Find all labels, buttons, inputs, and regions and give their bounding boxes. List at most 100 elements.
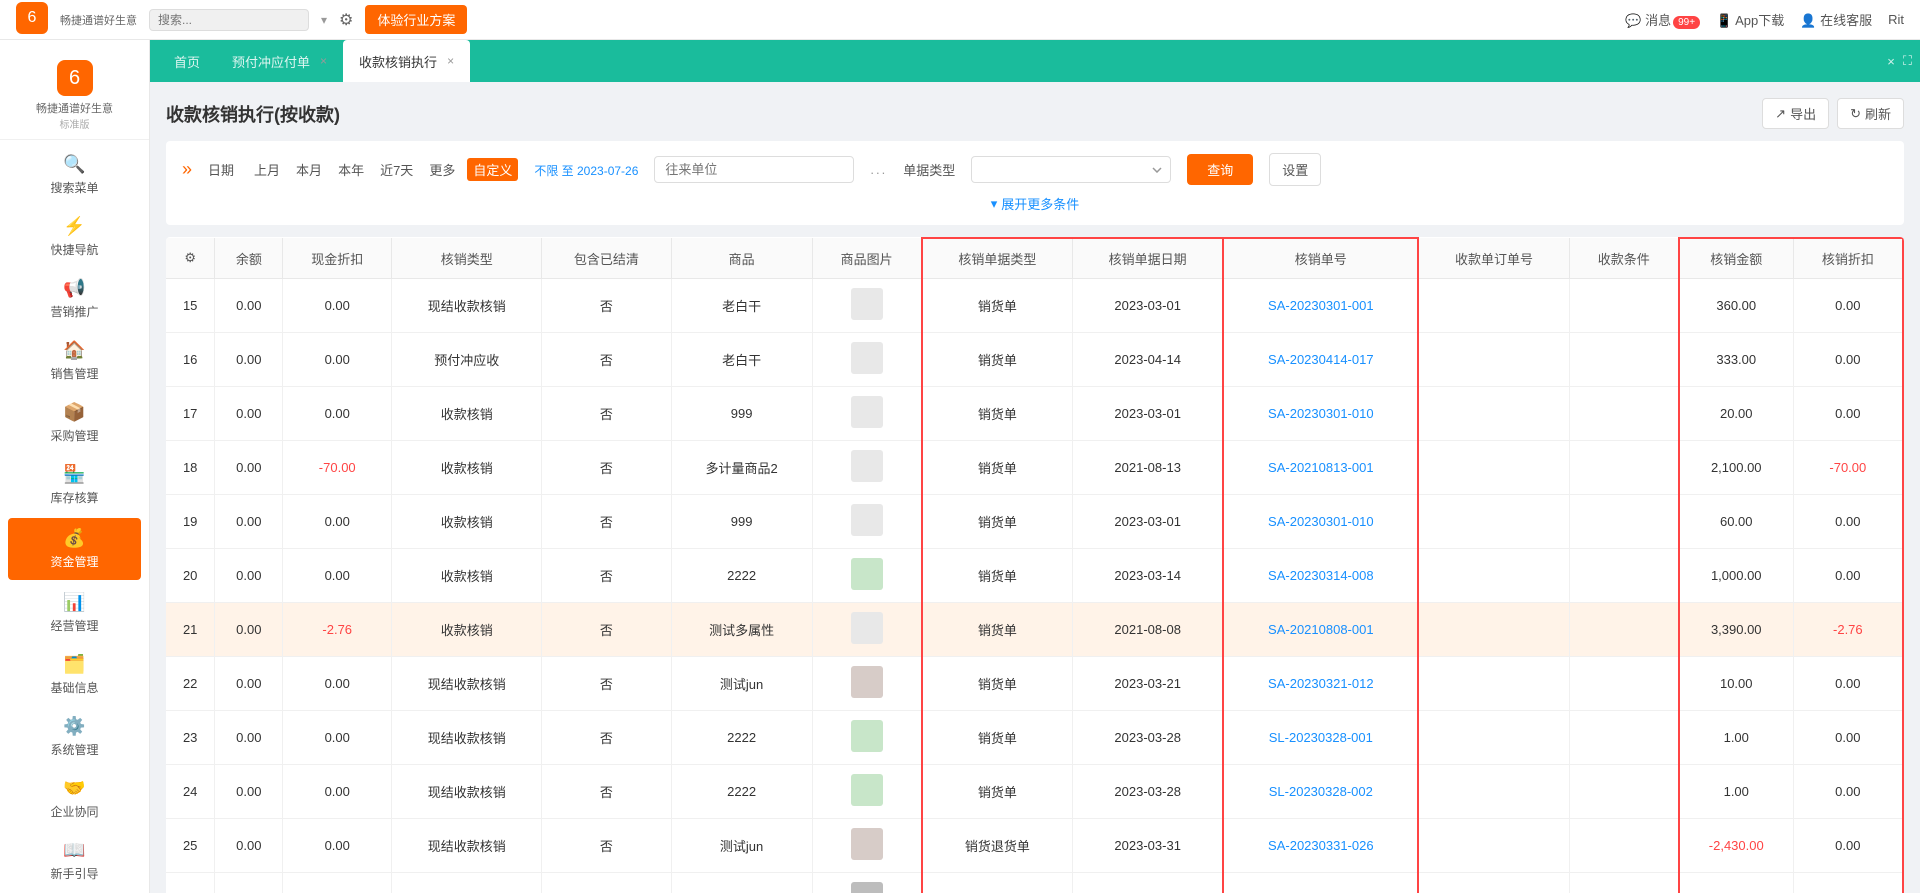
last7-btn[interactable]: 近7天 <box>376 158 417 181</box>
query-button[interactable]: 查询 <box>1187 154 1253 185</box>
cancel-bill-no-link[interactable]: SL-20230328-002 <box>1269 784 1373 799</box>
cell-receipt-condition <box>1569 279 1679 333</box>
table-row: 26 0.00 0.00 预收款核销 否 123D商品 销货单 2022-04-… <box>166 873 1903 893</box>
cancel-bill-no-link[interactable]: SA-20230414-017 <box>1268 352 1374 367</box>
cell-receipt-condition <box>1569 549 1679 603</box>
data-table: ⚙ 余额 现金折扣 核销类型 包含已结清 商品 商品图片 核销单据类型 核销单据… <box>166 237 1904 893</box>
cell-goods-img <box>812 657 922 711</box>
cell-cancel-bill-no: SL-20230328-002 <box>1223 765 1418 819</box>
cell-cancel-bill-type: 销货单 <box>922 765 1073 819</box>
cell-cancel-amount: 20.00 <box>1679 387 1793 441</box>
sales-icon: 🏠 <box>63 340 85 361</box>
sidebar-item-sales[interactable]: 🏠 销售管理 <box>0 330 149 392</box>
cell-cancel-bill-no: SA-20230331-026 <box>1223 819 1418 873</box>
sidebar-item-marketing[interactable]: 📢 营销推广 <box>0 268 149 330</box>
cell-cancel-bill-date: 2023-03-01 <box>1073 279 1224 333</box>
cancel-bill-no-link[interactable]: SA-20210813-001 <box>1268 460 1374 475</box>
sidebar-item-base[interactable]: 🗂️ 基础信息 <box>0 644 149 706</box>
industry-solution-button[interactable]: 体验行业方案 <box>365 5 467 34</box>
cell-cancel-amount: 360.00 <box>1679 279 1793 333</box>
custom-date-btn[interactable]: 自定义 <box>467 158 518 181</box>
sidebar-label-quick-nav: 快捷导航 <box>50 241 98 258</box>
cell-cancel-bill-type: 销货单 <box>922 711 1073 765</box>
gear-icon[interactable]: ⚙ <box>339 10 353 30</box>
table-header-row: ⚙ 余额 现金折扣 核销类型 包含已结清 商品 商品图片 核销单据类型 核销单据… <box>166 238 1903 279</box>
export-button[interactable]: ↗ 导出 <box>1762 98 1829 129</box>
sidebar-label-purchase: 采购管理 <box>50 427 98 444</box>
sidebar: 6 畅捷通谱好生意 标准版 🔍 搜索菜单 ⚡ 快捷导航 📢 营销推广 🏠 销售管… <box>0 40 150 893</box>
window-expand-icon[interactable]: ⛶ <box>1903 53 1912 69</box>
table-row: 19 0.00 0.00 收款核销 否 999 销货单 2023-03-01 S… <box>166 495 1903 549</box>
app-logo: 6 <box>16 2 48 34</box>
cell-included-settled: 否 <box>542 603 671 657</box>
finance-icon: 💰 <box>63 528 85 549</box>
cell-cancel-bill-no: SA-20210808-001 <box>1223 603 1418 657</box>
cell-cash-discount: 0.00 <box>283 333 392 387</box>
table-scroll[interactable]: ⚙ 余额 现金折扣 核销类型 包含已结清 商品 商品图片 核销单据类型 核销单据… <box>166 237 1904 893</box>
cell-cancel-bill-type: 销货单 <box>922 549 1073 603</box>
tab-prepay[interactable]: 预付冲应付单 × <box>216 40 343 82</box>
top-bar: 6 畅捷通谱好生意 ▾ ⚙ 体验行业方案 💬 消息99+ 📱 App下载 👤 在… <box>0 0 1920 40</box>
sidebar-item-purchase[interactable]: 📦 采购管理 <box>0 392 149 454</box>
cancel-bill-no-link[interactable]: SA-20230301-001 <box>1268 298 1374 313</box>
party-input[interactable] <box>654 156 854 183</box>
settings-button[interactable]: 设置 <box>1269 153 1321 186</box>
sidebar-label-collab: 企业协同 <box>50 803 98 820</box>
cancel-bill-no-link[interactable]: SA-20230331-026 <box>1268 838 1374 853</box>
cell-cancel-bill-date: 2023-03-31 <box>1073 819 1224 873</box>
filter-bar: » 日期 上月 本月 本年 近7天 更多 自定义 不限 至 2023-07-26 <box>166 141 1904 225</box>
cancel-bill-no-link[interactable]: SA-20210808-001 <box>1268 622 1374 637</box>
type-select[interactable] <box>971 156 1171 183</box>
app-name: 畅捷通谱好生意 <box>60 12 137 28</box>
cancel-bill-no-link[interactable]: SA-20230314-008 <box>1268 568 1374 583</box>
tab-cancel[interactable]: 收款核销执行 × <box>343 40 470 82</box>
sidebar-item-guide[interactable]: 📖 新手引导 <box>0 830 149 892</box>
online-service-link[interactable]: 👤 在线客服 <box>1800 10 1872 29</box>
search-menu-icon: 🔍 <box>63 154 85 175</box>
user-avatar[interactable]: Rit <box>1888 12 1904 27</box>
this-month-btn[interactable]: 本月 <box>292 158 326 181</box>
message-link[interactable]: 💬 消息99+ <box>1625 10 1700 29</box>
cancel-bill-no-link[interactable]: SA-20230321-012 <box>1268 676 1374 691</box>
sidebar-item-inventory[interactable]: 🏪 库存核算 <box>0 454 149 516</box>
window-close-icon[interactable]: × <box>1887 54 1895 69</box>
sidebar-item-quick-nav[interactable]: ⚡ 快捷导航 <box>0 206 149 268</box>
sidebar-item-search[interactable]: 🔍 搜索菜单 <box>0 144 149 206</box>
sidebar-label-search: 搜索菜单 <box>50 179 98 196</box>
col-balance: 余额 <box>215 238 283 279</box>
page-header: 收款核销执行(按收款) ↗ 导出 ↻ 刷新 <box>166 98 1904 129</box>
cell-cancel-type: 预收款核销 <box>392 873 542 893</box>
cell-cancel-amount: 3,390.00 <box>1679 603 1793 657</box>
tab-cancel-close-icon[interactable]: × <box>447 54 454 68</box>
cell-cancel-discount: 0.00 <box>1793 495 1903 549</box>
expand-more-btn[interactable]: ▾ 展开更多条件 <box>182 194 1888 213</box>
party-dots[interactable]: ... <box>870 162 887 177</box>
cancel-bill-no-link[interactable]: SA-20230301-010 <box>1268 514 1374 529</box>
top-search-input[interactable] <box>149 9 309 31</box>
refresh-button[interactable]: ↻ 刷新 <box>1837 98 1904 129</box>
cell-goods: 999 <box>671 495 812 549</box>
cell-cancel-bill-no: SA-20230301-010 <box>1223 387 1418 441</box>
cell-receipt-order-no <box>1418 495 1569 549</box>
last-month-btn[interactable]: 上月 <box>250 158 284 181</box>
more-date-btn[interactable]: 更多 <box>425 158 459 181</box>
cell-id: 20 <box>166 549 215 603</box>
table-row: 23 0.00 0.00 现结收款核销 否 2222 销货单 2023-03-2… <box>166 711 1903 765</box>
cancel-bill-no-link[interactable]: SA-20230301-010 <box>1268 406 1374 421</box>
cell-cancel-bill-date: 2023-03-21 <box>1073 657 1224 711</box>
sidebar-item-operations[interactable]: 📊 经营管理 <box>0 582 149 644</box>
tab-prepay-close-icon[interactable]: × <box>320 54 327 68</box>
cancel-bill-no-link[interactable]: SL-20230328-001 <box>1269 730 1373 745</box>
sidebar-item-system[interactable]: ⚙️ 系统管理 <box>0 706 149 768</box>
col-included-settled: 包含已结清 <box>542 238 671 279</box>
tab-home[interactable]: 首页 <box>158 40 216 82</box>
app-download-link[interactable]: 📱 App下载 <box>1716 10 1784 29</box>
cell-cancel-bill-type: 销货单 <box>922 333 1073 387</box>
col-settings[interactable]: ⚙ <box>166 238 215 279</box>
filter-collapse-icon[interactable]: » <box>182 159 192 180</box>
sidebar-item-finance[interactable]: 💰 资金管理 <box>8 518 141 580</box>
chevron-down-icon: ▾ <box>991 196 998 212</box>
sidebar-item-collab[interactable]: 🤝 企业协同 <box>0 768 149 830</box>
this-year-btn[interactable]: 本年 <box>334 158 368 181</box>
date-label: 日期 <box>208 160 234 179</box>
